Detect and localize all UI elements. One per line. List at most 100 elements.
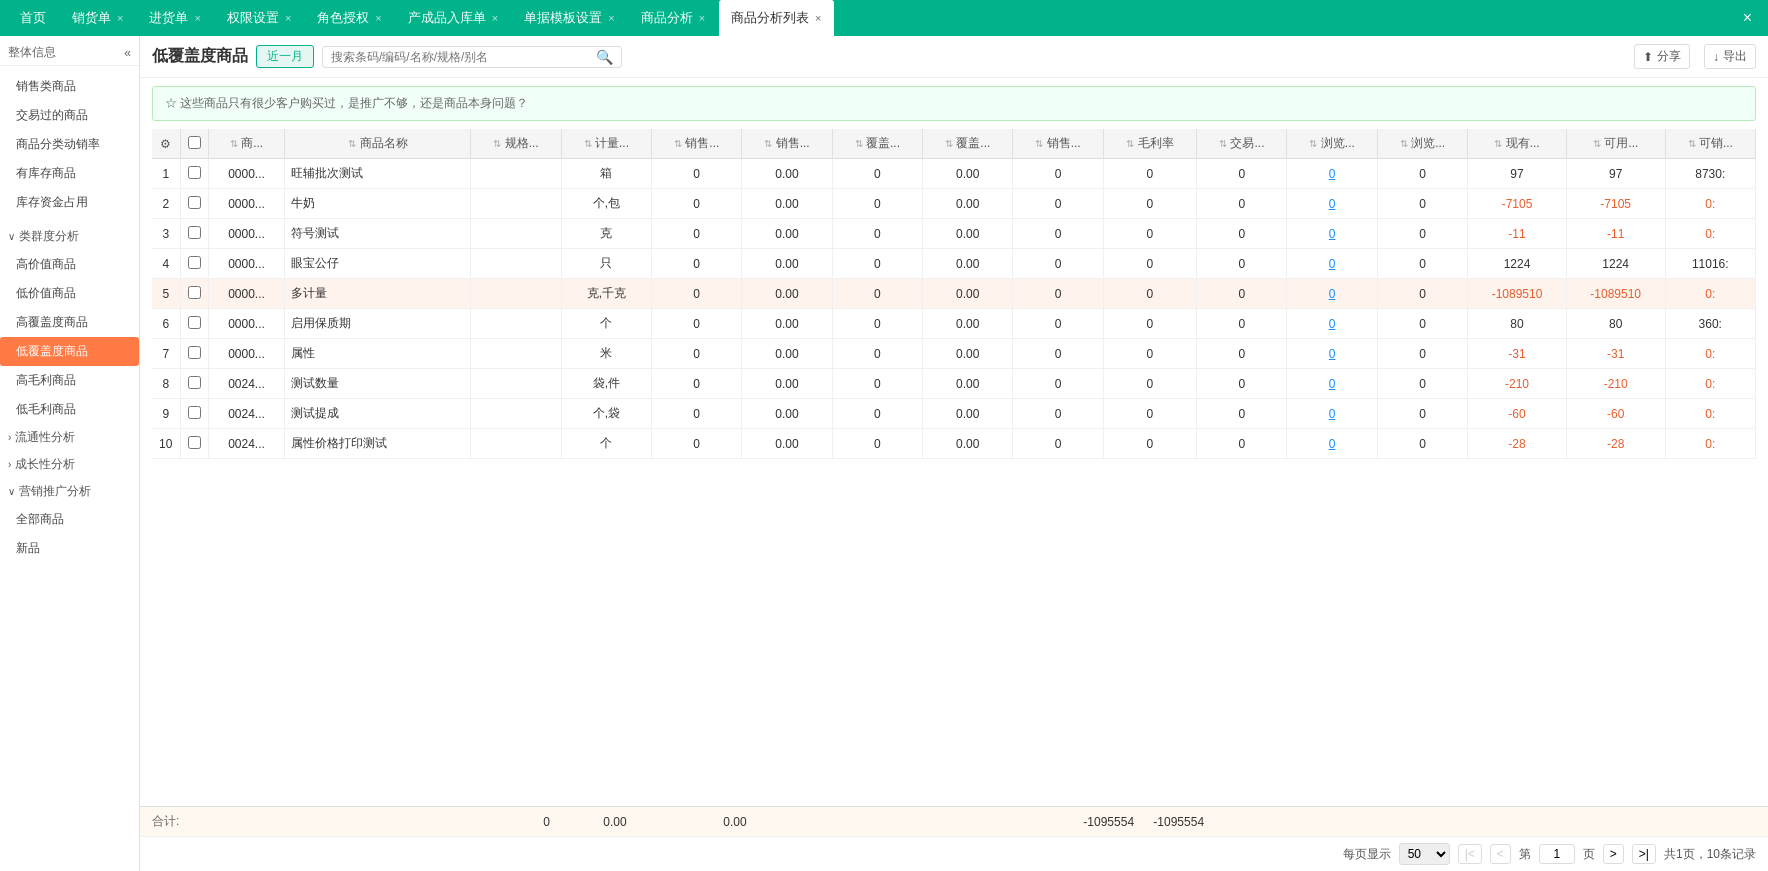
sidebar-item-low-value[interactable]: 低价值商品 <box>0 279 139 308</box>
col-sales2[interactable]: ⇅ 销售... <box>742 129 832 159</box>
col-sales3[interactable]: ⇅ 销售... <box>1013 129 1103 159</box>
nav-goods-analysis-list[interactable]: 商品分析列表 × <box>719 0 833 36</box>
first-page-button[interactable]: |< <box>1458 844 1482 864</box>
sidebar-group-cluster-analysis[interactable]: ∨ 类群度分析 <box>0 223 139 250</box>
col-trade[interactable]: ⇅ 交易... <box>1197 129 1287 159</box>
cell-browse1[interactable]: 0 <box>1287 219 1377 249</box>
cell-check[interactable] <box>180 339 208 369</box>
col-current[interactable]: ⇅ 现有... <box>1468 129 1567 159</box>
row-checkbox[interactable] <box>188 436 201 449</box>
sidebar-item-high-margin[interactable]: 高毛利商品 <box>0 366 139 395</box>
sidebar-item-low-margin[interactable]: 低毛利商品 <box>0 395 139 424</box>
col-check[interactable] <box>180 129 208 159</box>
cell-browse1[interactable]: 0 <box>1287 369 1377 399</box>
cell-browse1[interactable]: 0 <box>1287 159 1377 189</box>
close-icon[interactable]: × <box>608 12 614 24</box>
cell-spec <box>471 369 561 399</box>
col-grossrate[interactable]: ⇅ 毛利率 <box>1103 129 1196 159</box>
col-browse2[interactable]: ⇅ 浏览... <box>1377 129 1467 159</box>
cell-browse1[interactable]: 0 <box>1287 399 1377 429</box>
cell-check[interactable] <box>180 309 208 339</box>
cell-browse1[interactable]: 0 <box>1287 339 1377 369</box>
cell-browse1[interactable]: 0 <box>1287 429 1377 459</box>
sidebar-item-sales-goods[interactable]: 销售类商品 <box>0 72 139 101</box>
close-icon[interactable]: × <box>815 12 821 24</box>
prev-page-button[interactable]: < <box>1490 844 1511 864</box>
share-button[interactable]: ⬆ 分享 <box>1634 44 1690 69</box>
close-icon[interactable]: × <box>492 12 498 24</box>
sidebar-item-category-rate[interactable]: 商品分类动销率 <box>0 130 139 159</box>
sidebar-item-traded-goods[interactable]: 交易过的商品 <box>0 101 139 130</box>
nav-template-settings[interactable]: 单据模板设置 × <box>512 0 626 36</box>
row-checkbox[interactable] <box>188 196 201 209</box>
sidebar-item-new-goods[interactable]: 新品 <box>0 534 139 563</box>
row-checkbox[interactable] <box>188 316 201 329</box>
col-settings[interactable]: ⚙ <box>152 129 180 159</box>
cell-browse1[interactable]: 0 <box>1287 309 1377 339</box>
select-all-checkbox[interactable] <box>188 136 201 149</box>
col-spec[interactable]: ⇅ 规格... <box>471 129 561 159</box>
close-icon[interactable]: × <box>117 12 123 24</box>
col-code[interactable]: ⇅ 商... <box>208 129 285 159</box>
sidebar-item-low-coverage[interactable]: 低覆盖度商品 <box>0 337 139 366</box>
sidebar-item-stock-funds[interactable]: 库存资金占用 <box>0 188 139 217</box>
nav-product-storage[interactable]: 产成品入库单 × <box>396 0 510 36</box>
close-icon[interactable]: × <box>194 12 200 24</box>
close-icon[interactable]: × <box>285 12 291 24</box>
nav-goods-analysis[interactable]: 商品分析 × <box>629 0 717 36</box>
row-checkbox[interactable] <box>188 286 201 299</box>
search-icon[interactable]: 🔍 <box>596 49 613 65</box>
col-cover2[interactable]: ⇅ 覆盖... <box>923 129 1013 159</box>
row-checkbox[interactable] <box>188 376 201 389</box>
sidebar-item-stock-goods[interactable]: 有库存商品 <box>0 159 139 188</box>
next-page-button[interactable]: > <box>1603 844 1624 864</box>
cell-browse2: 0 <box>1377 399 1467 429</box>
row-checkbox[interactable] <box>188 256 201 269</box>
sidebar-item-high-coverage[interactable]: 高覆盖度商品 <box>0 308 139 337</box>
row-checkbox[interactable] <box>188 346 201 359</box>
cell-check[interactable] <box>180 429 208 459</box>
col-saleable[interactable]: ⇅ 可销... <box>1665 129 1755 159</box>
cell-check[interactable] <box>180 189 208 219</box>
time-filter-button[interactable]: 近一月 <box>256 45 314 68</box>
col-available[interactable]: ⇅ 可用... <box>1566 129 1665 159</box>
cell-browse1[interactable]: 0 <box>1287 279 1377 309</box>
nav-purchase-order[interactable]: 进货单 × <box>137 0 212 36</box>
cell-check[interactable] <box>180 249 208 279</box>
nav-permissions[interactable]: 权限设置 × <box>215 0 303 36</box>
sidebar-item-all-goods[interactable]: 全部商品 <box>0 505 139 534</box>
close-icon[interactable]: × <box>375 12 381 24</box>
window-close-button[interactable]: × <box>1735 5 1760 31</box>
col-unit[interactable]: ⇅ 计量... <box>561 129 651 159</box>
last-page-button[interactable]: >| <box>1632 844 1656 864</box>
nav-home[interactable]: 首页 <box>8 0 58 36</box>
cell-check[interactable] <box>180 369 208 399</box>
close-icon[interactable]: × <box>699 12 705 24</box>
data-table-wrapper[interactable]: ⚙ ⇅ 商... ⇅ 商品名称 ⇅ 规格... ⇅ 计量... ⇅ 销售... … <box>152 129 1756 806</box>
cell-check[interactable] <box>180 399 208 429</box>
nav-sales-order[interactable]: 销货单 × <box>60 0 135 36</box>
col-name[interactable]: ⇅ 商品名称 <box>285 129 471 159</box>
cell-check[interactable] <box>180 279 208 309</box>
page-number-input[interactable] <box>1539 844 1575 864</box>
row-checkbox[interactable] <box>188 166 201 179</box>
nav-role-auth[interactable]: 角色授权 × <box>305 0 393 36</box>
row-checkbox[interactable] <box>188 406 201 419</box>
col-cover1[interactable]: ⇅ 覆盖... <box>832 129 922 159</box>
sidebar-collapse-button[interactable]: « <box>124 46 131 60</box>
per-page-select[interactable]: 10 20 50 100 <box>1399 843 1450 865</box>
cell-check[interactable] <box>180 219 208 249</box>
sidebar-group-growth[interactable]: › 成长性分析 <box>0 451 139 478</box>
cell-sales3: 0 <box>1013 429 1103 459</box>
sidebar-group-circulation[interactable]: › 流通性分析 <box>0 424 139 451</box>
row-checkbox[interactable] <box>188 226 201 239</box>
sidebar-item-high-value[interactable]: 高价值商品 <box>0 250 139 279</box>
sidebar-group-marketing[interactable]: ∨ 营销推广分析 <box>0 478 139 505</box>
cell-check[interactable] <box>180 159 208 189</box>
cell-browse1[interactable]: 0 <box>1287 249 1377 279</box>
col-browse1[interactable]: ⇅ 浏览... <box>1287 129 1377 159</box>
export-button[interactable]: ↓ 导出 <box>1704 44 1756 69</box>
search-input[interactable] <box>331 50 592 64</box>
col-sales1[interactable]: ⇅ 销售... <box>651 129 741 159</box>
cell-browse1[interactable]: 0 <box>1287 189 1377 219</box>
